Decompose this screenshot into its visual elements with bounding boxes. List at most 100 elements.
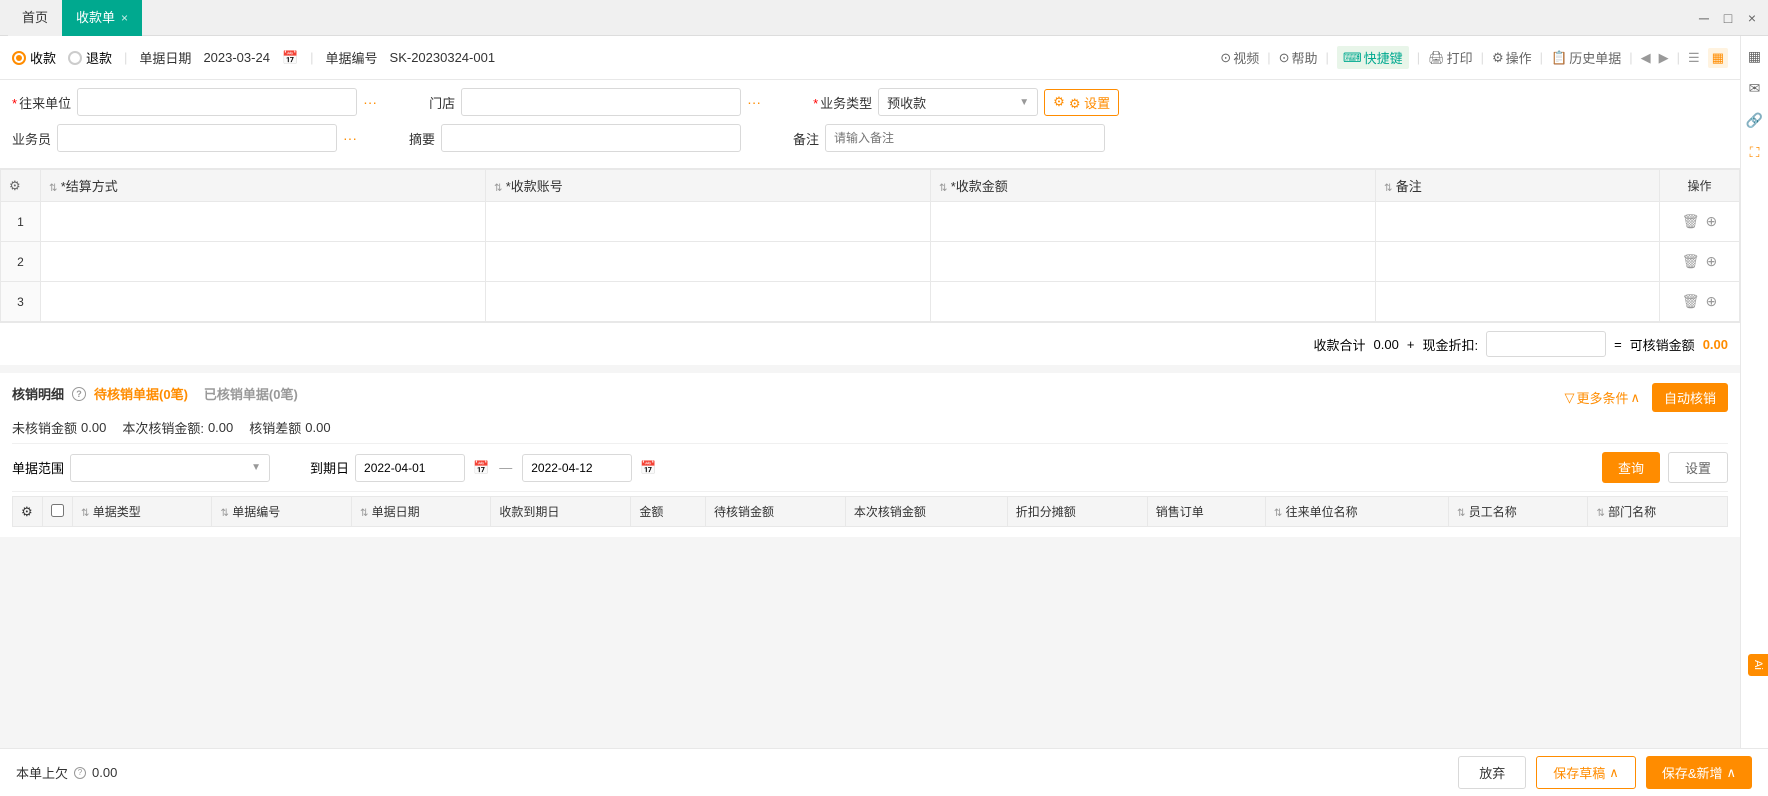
help-link[interactable]: ⊙ 帮助 bbox=[1279, 48, 1318, 67]
auto-writeoff-btn[interactable]: 自动核销 bbox=[1652, 383, 1728, 412]
radio-receive[interactable]: 收款 bbox=[12, 48, 56, 67]
row2-account[interactable] bbox=[486, 242, 931, 282]
staff-more-btn[interactable]: ··· bbox=[343, 131, 357, 145]
partner-more-btn[interactable]: ··· bbox=[363, 95, 377, 109]
tab-home[interactable]: 首页 bbox=[8, 0, 62, 36]
date-value[interactable]: 2023-03-24 bbox=[203, 50, 270, 65]
row3-amount[interactable] bbox=[931, 282, 1376, 322]
query-btn[interactable]: 查询 bbox=[1602, 452, 1660, 483]
table-settings-header[interactable]: ⚙ bbox=[1, 170, 41, 202]
radio-refund[interactable]: 退款 bbox=[68, 48, 112, 67]
discard-btn[interactable]: 放弃 bbox=[1458, 756, 1526, 789]
sidebar-email-icon[interactable]: ✉ bbox=[1743, 76, 1767, 100]
tab-done[interactable]: 已核销单据(0笔) bbox=[204, 384, 298, 403]
list-view-icon[interactable]: ☰ bbox=[1688, 50, 1700, 66]
table-gear-icon[interactable]: ⚙ bbox=[9, 178, 21, 193]
col-amount: 金额 bbox=[631, 497, 706, 527]
row3-actions: 🗑 ⊕ bbox=[1660, 282, 1740, 322]
col-note-label: 备注 bbox=[1396, 179, 1422, 194]
sidebar-expand-icon[interactable]: ⛶ bbox=[1743, 140, 1767, 164]
close-window-icon[interactable]: × bbox=[1744, 10, 1760, 26]
tab-close-icon[interactable]: × bbox=[121, 0, 128, 36]
note-input[interactable] bbox=[825, 124, 1105, 152]
row2-actions: 🗑 ⊕ bbox=[1660, 242, 1740, 282]
col-checkbox[interactable]: ⚙ bbox=[13, 497, 43, 527]
row2-note[interactable] bbox=[1376, 242, 1660, 282]
video-link[interactable]: ⊙ 视频 bbox=[1220, 48, 1259, 67]
radio-refund-dot bbox=[68, 51, 82, 65]
biz-type-select[interactable]: 预收款 ▼ bbox=[878, 88, 1038, 116]
row1-copy-icon[interactable]: ⊕ bbox=[1706, 213, 1718, 230]
sidebar-link-icon[interactable]: 🔗 bbox=[1743, 108, 1767, 132]
biz-settings-btn[interactable]: ⚙ ⚙ 设置 bbox=[1044, 89, 1119, 116]
radio-receive-dot bbox=[12, 51, 26, 65]
writeoff-stats: 未核销金额 0.00 本次核销金额: 0.00 核销差额 0.00 bbox=[12, 418, 1728, 437]
tab-pending[interactable]: 待核销单据(0笔) bbox=[94, 384, 188, 403]
row1-settlement[interactable] bbox=[41, 202, 486, 242]
col-checkbox2[interactable] bbox=[43, 497, 73, 527]
save-new-btn[interactable]: 保存&新增 ∧ bbox=[1646, 756, 1752, 789]
calendar-icon2[interactable]: 📅 bbox=[473, 460, 489, 476]
row1-note[interactable] bbox=[1376, 202, 1660, 242]
form-row-2: 业务员 ··· 摘要 备注 bbox=[12, 124, 1728, 152]
bill-range-select[interactable]: ▼ bbox=[70, 454, 270, 482]
row3-account[interactable] bbox=[486, 282, 931, 322]
col-staff-name: ⇅ 员工名称 bbox=[1448, 497, 1587, 527]
col-this-writeoff: 本次核销金额 bbox=[845, 497, 1007, 527]
row1-amount[interactable] bbox=[931, 202, 1376, 242]
staff-field: 业务员 ··· bbox=[12, 124, 357, 152]
history-link[interactable]: 📋 历史单据 bbox=[1551, 48, 1621, 67]
staff-input[interactable] bbox=[57, 124, 337, 152]
due-date-end-input[interactable] bbox=[522, 454, 632, 482]
row1-account[interactable] bbox=[486, 202, 931, 242]
save-draft-btn[interactable]: 保存草稿 ∧ bbox=[1536, 756, 1636, 789]
partner-input[interactable] bbox=[77, 88, 357, 116]
table-gear-icon2[interactable]: ⚙ bbox=[21, 504, 33, 519]
store-more-btn[interactable]: ··· bbox=[747, 95, 761, 109]
nav-next-icon[interactable]: ▶ bbox=[1659, 50, 1669, 66]
row2-amount[interactable] bbox=[931, 242, 1376, 282]
partner-field: 往来单位 ··· bbox=[12, 88, 377, 116]
note-field: 备注 bbox=[793, 124, 1105, 152]
maximize-icon[interactable]: □ bbox=[1720, 10, 1736, 26]
row2-delete-icon[interactable]: 🗑 bbox=[1682, 253, 1700, 270]
operation-link[interactable]: ⚙ 操作 bbox=[1492, 48, 1532, 67]
this-writeoff-value: 0.00 bbox=[208, 420, 233, 435]
nav-prev-icon[interactable]: ◀ bbox=[1641, 50, 1651, 66]
row1-delete-icon[interactable]: 🗑 bbox=[1682, 213, 1700, 230]
writeoff-tabs: 待核销单据(0笔) 已核销单据(0笔) bbox=[94, 384, 298, 403]
tab-active[interactable]: 收款单 × bbox=[62, 0, 142, 36]
available-value: 0.00 bbox=[1703, 337, 1728, 352]
calendar-icon3[interactable]: 📅 bbox=[640, 460, 656, 476]
row2-settlement[interactable] bbox=[41, 242, 486, 282]
row3-delete-icon[interactable]: 🗑 bbox=[1682, 293, 1700, 310]
ai-panel-btn[interactable]: Ai bbox=[1748, 654, 1768, 676]
print-link[interactable]: 🖨 打印 bbox=[1428, 48, 1473, 67]
row3-settlement[interactable] bbox=[41, 282, 486, 322]
toolbar: 收款 退款 | 单据日期 2023-03-24 📅 | 单据编号 SK-2023… bbox=[0, 36, 1740, 80]
discount-input[interactable] bbox=[1486, 331, 1606, 357]
chevron-down-icon2: ▼ bbox=[251, 462, 261, 473]
save-draft-arrow: ∧ bbox=[1609, 765, 1619, 781]
calendar-icon[interactable]: 📅 bbox=[282, 50, 298, 66]
row2-copy-icon[interactable]: ⊕ bbox=[1706, 253, 1718, 270]
col-account: ⇅ *收款账号 bbox=[486, 170, 931, 202]
tab-active-label: 收款单 bbox=[76, 0, 115, 36]
filter-settings-btn[interactable]: 设置 bbox=[1668, 452, 1728, 483]
due-date-start-input[interactable] bbox=[355, 454, 465, 482]
equals-sign: = bbox=[1614, 337, 1622, 352]
select-all-checkbox[interactable] bbox=[51, 504, 64, 517]
minimize-icon[interactable]: ─ bbox=[1696, 10, 1712, 26]
row3-copy-icon[interactable]: ⊕ bbox=[1706, 293, 1718, 310]
sidebar-table-icon[interactable]: ▦ bbox=[1743, 44, 1767, 68]
shortcut-link[interactable]: ⌨ 快捷键 bbox=[1337, 46, 1409, 69]
separator2: | bbox=[310, 50, 313, 65]
grid-view-icon[interactable]: ▦ bbox=[1708, 48, 1728, 68]
row3-note[interactable] bbox=[1376, 282, 1660, 322]
history-label: 历史单据 bbox=[1569, 48, 1621, 67]
more-conditions-btn[interactable]: ▽ 更多条件 ∧ bbox=[1564, 388, 1640, 407]
store-input[interactable] bbox=[461, 88, 741, 116]
unwritten-stat: 未核销金额 0.00 bbox=[12, 418, 106, 437]
payment-table-container: ⚙ ⇅ *结算方式 ⇅ *收款账号 ⇅ *收款金额 ⇅ bbox=[0, 169, 1740, 365]
summary-input[interactable] bbox=[441, 124, 741, 152]
